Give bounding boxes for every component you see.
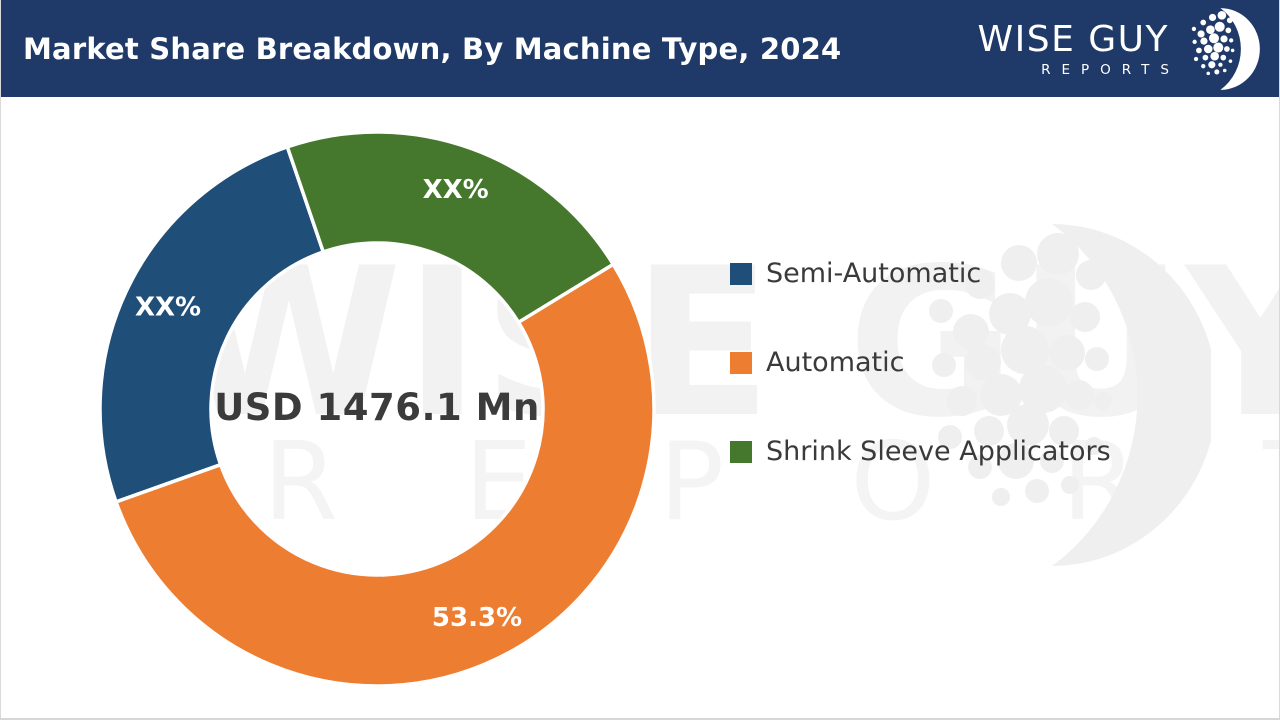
legend: Semi-Automatic Automatic Shrink Sleeve A… bbox=[730, 258, 1111, 468]
segment-label: 53.3% bbox=[432, 603, 522, 633]
pie-segment-semi-automatic bbox=[98, 145, 326, 504]
page-title: Market Share Breakdown, By Machine Type,… bbox=[23, 31, 842, 66]
logo-text: WISE GUY REPORTS bbox=[977, 18, 1170, 78]
chart-center-value: USD 1476.1 Mn bbox=[214, 386, 540, 429]
legend-label: Shrink Sleeve Applicators bbox=[766, 436, 1111, 467]
legend-item-automatic: Automatic bbox=[730, 347, 1111, 379]
logo: WISE GUY REPORTS bbox=[978, 6, 1268, 92]
legend-item-semi-automatic: Semi-Automatic bbox=[730, 258, 1111, 290]
legend-label: Automatic bbox=[766, 347, 905, 378]
legend-swatch-orange bbox=[730, 352, 752, 374]
logo-subtext: REPORTS bbox=[1041, 61, 1180, 78]
report-page: WISE GUY R E P O R T S Market Share Brea… bbox=[0, 0, 1280, 720]
legend-swatch-blue bbox=[730, 263, 752, 285]
header: Market Share Breakdown, By Machine Type,… bbox=[1, 0, 1279, 97]
segment-label: XX% bbox=[423, 175, 489, 205]
segment-label: XX% bbox=[135, 293, 201, 323]
logo-wordmark: WISE GUY bbox=[977, 18, 1169, 60]
logo-face-icon bbox=[1191, 8, 1260, 90]
legend-label: Semi-Automatic bbox=[766, 258, 982, 289]
legend-item-shrink-sleeve-applicators: Shrink Sleeve Applicators bbox=[730, 436, 1111, 468]
legend-swatch-green bbox=[730, 441, 752, 463]
